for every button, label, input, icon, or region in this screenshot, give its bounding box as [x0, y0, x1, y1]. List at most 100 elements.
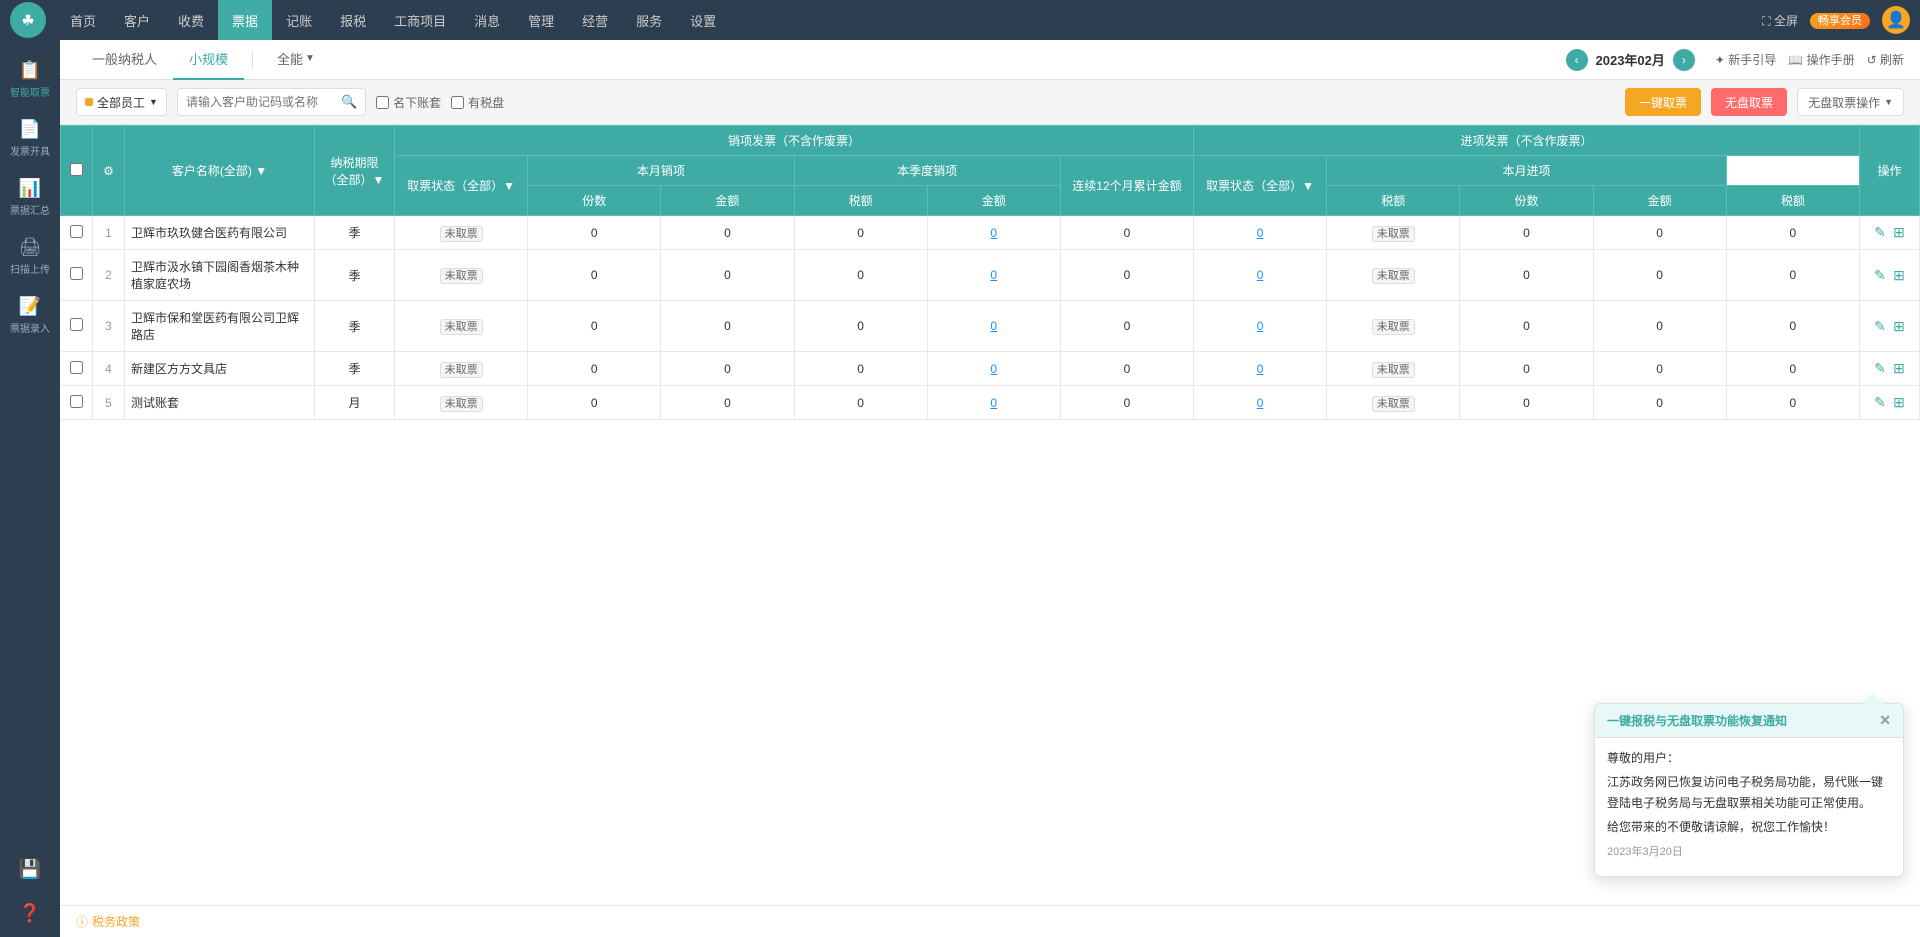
nav-business[interactable]: 工商项目	[380, 0, 460, 40]
sidebar-item-help[interactable]: ❓	[19, 893, 41, 937]
row-checkbox-3[interactable]	[70, 361, 83, 374]
edit-icon[interactable]: ✎	[1874, 267, 1886, 283]
refresh-btn[interactable]: ↺ 刷新	[1867, 51, 1904, 68]
row-sales-month-count-cell: 0	[528, 250, 661, 301]
manual-btn[interactable]: 📖 操作手册	[1788, 51, 1854, 68]
nav-service[interactable]: 服务	[622, 0, 676, 40]
guide-btn[interactable]: ✦ 新手引导	[1715, 51, 1776, 68]
sidebar-label-invoice-entry: 票据录入	[10, 320, 50, 335]
tab-all[interactable]: 全能 ▼	[261, 40, 331, 80]
nav-manage[interactable]: 管理	[514, 0, 568, 40]
sidebar: 📋 智能取票 📄 发票开具 📊 票据汇总 🖨 扫描上传 📝 票据录入 💾 ❓	[0, 40, 60, 937]
search-box: 🔍	[177, 88, 366, 116]
fullscreen-btn[interactable]: ⛶ 全屏	[1762, 12, 1798, 29]
no-disk-ticket-ops-btn[interactable]: 无盘取票操作 ▼	[1797, 88, 1904, 116]
one-click-ticket-btn[interactable]: 一键取票	[1625, 88, 1701, 116]
col-group-purchase: 进项发票（不含作废票）	[1194, 126, 1860, 156]
period-text: 2023年02月	[1596, 50, 1665, 69]
search-icon[interactable]: 🔍	[341, 94, 357, 110]
nav-items: 首页 客户 收费 票据 记账 报税 工商项目 消息 管理 经营 服务 设置	[56, 0, 1762, 40]
sidebar-item-invoice-entry[interactable]: 📝 票据录入	[0, 286, 60, 345]
notification-close-btn[interactable]: ✕	[1879, 712, 1891, 729]
sidebar-item-scan-upload[interactable]: 🖨 扫描上传	[0, 227, 60, 286]
select-all-checkbox[interactable]	[70, 163, 83, 176]
nav-tax[interactable]: 报税	[326, 0, 380, 40]
sidebar-item-download[interactable]: 💾	[19, 849, 41, 893]
sidebar-label-invoice-summary: 票据汇总	[10, 202, 50, 217]
detail-icon[interactable]: ⊞	[1893, 224, 1905, 240]
row-sales-month-count-cell: 0	[528, 386, 661, 420]
data-table: ⚙ 客户名称(全部) ▼ 纳税期限（全部）▼ 销项发票（不含作废票） 进项发票（…	[60, 125, 1920, 420]
help-icon: ❓	[19, 903, 41, 924]
nav-message[interactable]: 消息	[460, 0, 514, 40]
my-accounts-checkbox[interactable]	[376, 96, 389, 109]
tab-general-taxpayer[interactable]: 一般纳税人	[76, 40, 173, 80]
row-sales-status-cell: 未取票	[395, 216, 528, 250]
row-period-cell: 季	[315, 352, 395, 386]
sidebar-item-invoice-open[interactable]: 📄 发票开具	[0, 109, 60, 168]
table-row: 3 卫辉市保和堂医药有限公司卫辉路店 季 未取票 0 0 0 0 0 0 未取票…	[61, 301, 1920, 352]
edit-icon[interactable]: ✎	[1874, 224, 1886, 240]
row-purchase-month-tax-cell: 0	[1726, 386, 1859, 420]
nav-settings[interactable]: 设置	[676, 0, 730, 40]
edit-icon[interactable]: ✎	[1874, 360, 1886, 376]
tab-divider	[252, 51, 253, 69]
row-checkbox-0[interactable]	[70, 225, 83, 238]
vip-btn[interactable]: 畅享会员	[1810, 12, 1870, 28]
nav-billing[interactable]: 收费	[164, 0, 218, 40]
settings-icon[interactable]: ⚙	[103, 164, 114, 178]
col-checkbox	[61, 126, 93, 216]
col-sales-quarter-amount: 金额	[927, 186, 1060, 216]
row-purchase-month-amount-cell: 0	[1593, 216, 1726, 250]
sidebar-label-invoice-open: 发票开具	[10, 143, 50, 158]
sidebar-label-intelligent-ticket: 智能取票	[10, 84, 50, 99]
tax-policy-link[interactable]: 税务政策	[92, 913, 140, 930]
sales-status-badge: 未取票	[440, 319, 483, 335]
edit-icon[interactable]: ✎	[1874, 394, 1886, 410]
row-action-cell: ✎ ⊞	[1860, 216, 1920, 250]
detail-icon[interactable]: ⊞	[1893, 267, 1905, 283]
purchase-status-badge: 未取票	[1372, 396, 1415, 412]
row-checkbox-1[interactable]	[70, 267, 83, 280]
sub-nav: 一般纳税人 小规模 全能 ▼ ‹ 2023年02月 › ✦ 新手引导 📖 操作手…	[60, 40, 1920, 80]
sidebar-item-intelligent-ticket[interactable]: 📋 智能取票	[0, 50, 60, 109]
employee-filter[interactable]: 全部员工 ▼	[76, 88, 167, 116]
nav-customer[interactable]: 客户	[110, 0, 164, 40]
detail-icon[interactable]: ⊞	[1893, 360, 1905, 376]
prev-period-btn[interactable]: ‹	[1566, 49, 1588, 71]
row-cumulative-cell: 0	[1194, 250, 1327, 301]
sidebar-item-invoice-summary[interactable]: 📊 票据汇总	[0, 168, 60, 227]
top-navigation: ☘ 首页 客户 收费 票据 记账 报税 工商项目 消息 管理 经营 服务 设置 …	[0, 0, 1920, 40]
row-name-cell: 新建区方方文具店	[125, 352, 315, 386]
my-accounts-filter[interactable]: 名下账套	[376, 94, 441, 111]
nav-home[interactable]: 首页	[56, 0, 110, 40]
row-checkbox-2[interactable]	[70, 318, 83, 331]
row-sales-month-tax-cell: 0	[794, 352, 927, 386]
row-period-cell: 季	[315, 216, 395, 250]
nav-accounting[interactable]: 记账	[272, 0, 326, 40]
row-purchase-month-tax-cell: 0	[1726, 216, 1859, 250]
row-quarter-tax-cell: 0	[1060, 352, 1193, 386]
notification-body: 尊敬的用户： 江苏政务网已恢复访问电子税务局功能，易代账一键登陆电子税务局与无盘…	[1595, 738, 1903, 876]
detail-icon[interactable]: ⊞	[1893, 318, 1905, 334]
next-period-btn[interactable]: ›	[1673, 49, 1695, 71]
tax-disk-label: 有税盘	[468, 94, 504, 111]
scan-upload-icon: 🖨	[19, 237, 42, 258]
row-checkbox-4[interactable]	[70, 395, 83, 408]
nav-invoice[interactable]: 票据	[218, 0, 272, 40]
row-period-cell: 季	[315, 250, 395, 301]
tab-small-scale[interactable]: 小规模	[173, 40, 244, 80]
no-disk-ticket-btn[interactable]: 无盘取票	[1711, 88, 1787, 116]
detail-icon[interactable]: ⊞	[1893, 394, 1905, 410]
nav-operate[interactable]: 经营	[568, 0, 622, 40]
tax-disk-filter[interactable]: 有税盘	[451, 94, 504, 111]
row-no-cell: 3	[93, 301, 125, 352]
col-sales-month-tax: 税额	[794, 186, 927, 216]
user-avatar[interactable]: 👤	[1882, 6, 1910, 34]
edit-icon[interactable]: ✎	[1874, 318, 1886, 334]
row-checkbox-cell	[61, 216, 93, 250]
search-input[interactable]	[186, 95, 341, 109]
tax-disk-checkbox[interactable]	[451, 96, 464, 109]
row-sales-month-amount-cell: 0	[661, 386, 794, 420]
row-purchase-month-amount-cell: 0	[1593, 386, 1726, 420]
